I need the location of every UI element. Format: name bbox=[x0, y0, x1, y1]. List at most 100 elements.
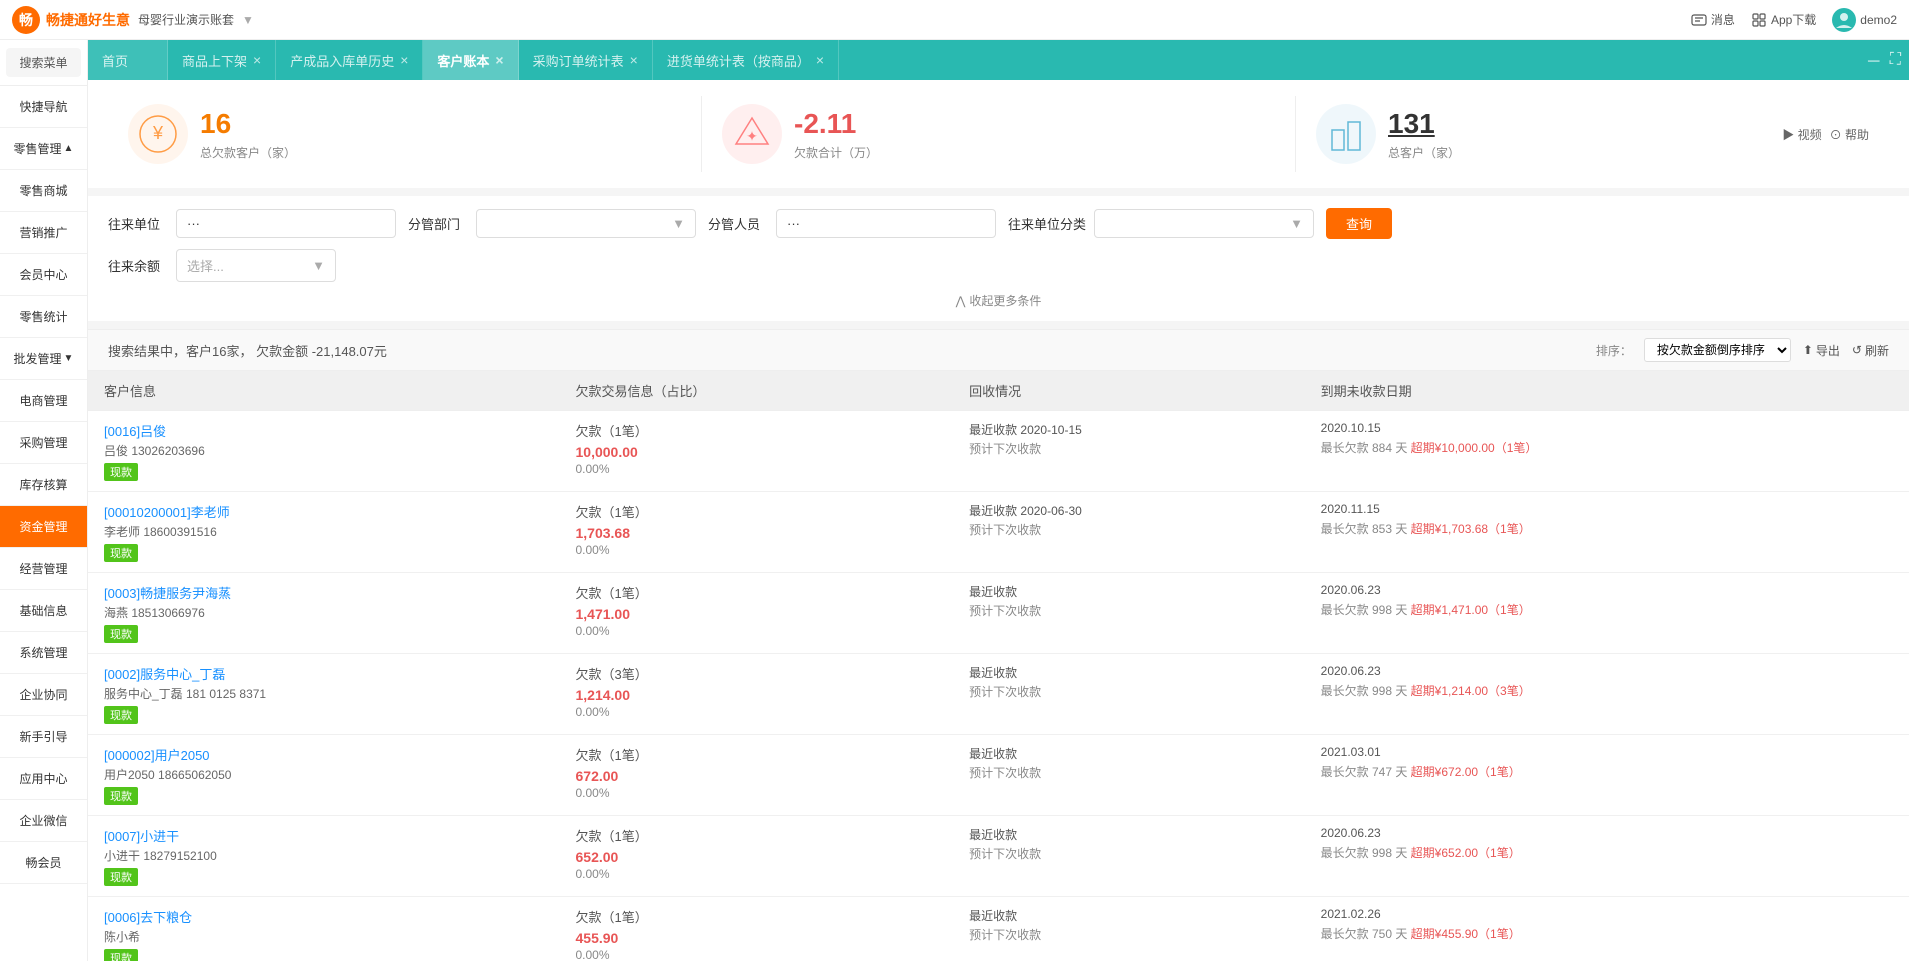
tab-close-btn[interactable]: × bbox=[495, 52, 503, 68]
app-download-btn[interactable]: App下载 bbox=[1751, 11, 1816, 28]
department-input[interactable]: ▼ bbox=[476, 209, 696, 238]
sidebar-item-vip-member[interactable]: 畅会员 bbox=[0, 842, 87, 884]
help-btn[interactable]: ⊙ 帮助 bbox=[1830, 126, 1869, 143]
refresh-btn[interactable]: ↺ 刷新 bbox=[1852, 342, 1889, 359]
customer-name-link[interactable]: [0002]服务中心_丁磊 bbox=[104, 664, 544, 683]
overdue-days: 最长欠款 998 天 超期¥1,214.00（3笔） bbox=[1321, 682, 1893, 699]
chevron-down-icon: ▼ bbox=[312, 258, 325, 273]
debt-percent: 0.00% bbox=[576, 786, 938, 800]
user-avatar[interactable]: demo2 bbox=[1832, 8, 1897, 32]
dots-placeholder: ··· bbox=[787, 216, 800, 231]
debt-amount[interactable]: 10,000.00 bbox=[576, 444, 938, 460]
sidebar-search-area: 搜索菜单 bbox=[0, 40, 87, 86]
query-button[interactable]: 查询 bbox=[1326, 208, 1392, 239]
debt-amount[interactable]: 455.90 bbox=[576, 930, 938, 946]
tab-product-shelf[interactable]: 商品上下架 × bbox=[168, 40, 276, 80]
overdue-date-cell: 2020.06.23 最长欠款 998 天 超期¥1,471.00（1笔） bbox=[1305, 573, 1909, 654]
sidebar-item-member-center[interactable]: 会员中心 bbox=[0, 254, 87, 296]
tab-customer-account[interactable]: 客户账本 × bbox=[423, 40, 518, 80]
debt-amount[interactable]: 672.00 bbox=[576, 768, 938, 784]
sidebar-item-ecommerce[interactable]: 电商管理 bbox=[0, 380, 87, 422]
sidebar-item-retail-stats[interactable]: 零售统计 bbox=[0, 296, 87, 338]
tab-close-btn[interactable]: × bbox=[630, 52, 638, 68]
filter-manager: 分管人员 ··· bbox=[708, 209, 996, 238]
overdue-due-date: 2020.06.23 bbox=[1321, 583, 1893, 597]
customer-tag: 现款 bbox=[104, 949, 138, 961]
tab-home[interactable]: 首页 bbox=[88, 40, 168, 80]
customer-name-link[interactable]: [000002]用户2050 bbox=[104, 745, 544, 764]
tabs-bar: 首页 商品上下架 × 产成品入库单历史 × 客户账本 × 采购订单统计表 × bbox=[88, 40, 1909, 80]
overdue-due-date: 2020.10.15 bbox=[1321, 421, 1893, 435]
tab-close-btn[interactable]: × bbox=[253, 52, 261, 68]
stats-bar: ¥ 16 总欠款客户（家） ✦ -2.11 欠款合计（万） bbox=[88, 80, 1909, 188]
sidebar-item-system-mgmt[interactable]: 系统管理 bbox=[0, 632, 87, 674]
customer-name-link[interactable]: [0016]吕俊 bbox=[104, 421, 544, 440]
col-overdue-date: 到期未收款日期 bbox=[1305, 371, 1909, 411]
sidebar-item-quick-nav[interactable]: 快捷导航 bbox=[0, 86, 87, 128]
brand-arrow[interactable]: ▼ bbox=[242, 13, 254, 27]
customer-name-link[interactable]: [00010200001]李老师 bbox=[104, 502, 544, 521]
debt-amount[interactable]: 1,214.00 bbox=[576, 687, 938, 703]
help-icon: ⊙ bbox=[1830, 128, 1842, 142]
tab-close-btn[interactable]: × bbox=[816, 52, 824, 68]
tab-minimize-btn[interactable]: － bbox=[1866, 48, 1882, 72]
overdue-amount-link[interactable]: 超期¥652.00（1笔） bbox=[1411, 846, 1521, 860]
overdue-amount-link[interactable]: 超期¥672.00（1笔） bbox=[1411, 765, 1521, 779]
tab-purchase-order[interactable]: 采购订单统计表 × bbox=[519, 40, 653, 80]
overdue-amount-link[interactable]: 超期¥1,471.00（1笔） bbox=[1411, 603, 1531, 617]
app-container: 畅 畅捷通好生意 母婴行业演示账套 ▼ 消息 App下载 demo2 bbox=[0, 0, 1909, 961]
stat-card-total-customers: 131 总客户（家） ▶ 视频 ⊙ 帮助 bbox=[1296, 96, 1889, 172]
filter-category: 往来单位分类 ▼ bbox=[1008, 209, 1314, 238]
sidebar-item-capital-mgmt[interactable]: 资金管理 bbox=[0, 506, 87, 548]
manager-input[interactable]: ··· bbox=[776, 209, 996, 238]
total-customers-icon bbox=[1316, 104, 1376, 164]
overdue-due-date: 2020.11.15 bbox=[1321, 502, 1893, 516]
sidebar-item-enterprise[interactable]: 企业协同 bbox=[0, 674, 87, 716]
customer-unit-input[interactable]: ··· bbox=[176, 209, 396, 238]
debt-customers-icon: ¥ bbox=[128, 104, 188, 164]
tab-maximize-btn[interactable]: ⛶ bbox=[1890, 51, 1901, 69]
sort-select[interactable]: 按欠款金额倒序排序 bbox=[1644, 338, 1791, 362]
sort-label: 排序： bbox=[1596, 342, 1632, 359]
collection-recent: 最近收款 bbox=[969, 907, 1289, 924]
sidebar-item-enterprise-wx[interactable]: 企业微信 bbox=[0, 800, 87, 842]
table-row: [0003]畅捷服务尹海蒸 海燕 18513066976 现款 欠款（1笔） 1… bbox=[88, 573, 1909, 654]
filter-row-2: 往来余额 选择... ▼ bbox=[108, 249, 1889, 282]
customer-name-link[interactable]: [0003]畅捷服务尹海蒸 bbox=[104, 583, 544, 602]
debt-count: 欠款（1笔） bbox=[576, 502, 938, 521]
play-icon: ▶ bbox=[1782, 128, 1794, 142]
debt-info-cell: 欠款（1笔） 672.00 0.00% bbox=[560, 735, 954, 816]
debt-amount[interactable]: 652.00 bbox=[576, 849, 938, 865]
overdue-amount-link[interactable]: 超期¥1,703.68（1笔） bbox=[1411, 522, 1531, 536]
overdue-amount-link[interactable]: 超期¥455.90（1笔） bbox=[1411, 927, 1521, 941]
sidebar-item-retail-mall[interactable]: 零售商城 bbox=[0, 170, 87, 212]
debt-amount[interactable]: 1,703.68 bbox=[576, 525, 938, 541]
tab-close-btn[interactable]: × bbox=[400, 52, 408, 68]
sidebar-item-purchase-mgmt[interactable]: 采购管理 bbox=[0, 422, 87, 464]
export-btn[interactable]: ⬆ 导出 bbox=[1803, 342, 1840, 359]
overdue-date-cell: 2020.06.23 最长欠款 998 天 超期¥1,214.00（3笔） bbox=[1305, 654, 1909, 735]
overdue-amount-link[interactable]: 超期¥1,214.00（3笔） bbox=[1411, 684, 1531, 698]
message-btn[interactable]: 消息 bbox=[1691, 11, 1735, 28]
filter-category-label: 往来单位分类 bbox=[1008, 214, 1086, 233]
customer-name-link[interactable]: [0006]去下粮仓 bbox=[104, 907, 544, 926]
collapse-filter-btn[interactable]: ⋀ 收起更多条件 bbox=[108, 292, 1889, 309]
sidebar-item-retail-mgmt[interactable]: 零售管理 ▲ bbox=[0, 128, 87, 170]
tab-produce-history[interactable]: 产成品入库单历史 × bbox=[276, 40, 423, 80]
sidebar-item-basic-info[interactable]: 基础信息 bbox=[0, 590, 87, 632]
customer-name-link[interactable]: [0007]小进干 bbox=[104, 826, 544, 845]
search-menu-btn[interactable]: 搜索菜单 bbox=[6, 48, 81, 77]
category-input[interactable]: ▼ bbox=[1094, 209, 1314, 238]
tab-import-stats[interactable]: 进货单统计表（按商品） × bbox=[653, 40, 839, 80]
view-video-btn[interactable]: ▶ 视频 bbox=[1782, 126, 1821, 143]
overdue-amount-link[interactable]: 超期¥10,000.00（1笔） bbox=[1411, 441, 1538, 455]
sidebar-item-new-guide[interactable]: 新手引导 bbox=[0, 716, 87, 758]
sidebar-item-marketing[interactable]: 营销推广 bbox=[0, 212, 87, 254]
sidebar-item-operations[interactable]: 经营管理 bbox=[0, 548, 87, 590]
main-layout: 搜索菜单 快捷导航 零售管理 ▲ 零售商城 营销推广 会员中心 零售统计 批 bbox=[0, 40, 1909, 961]
debt-amount[interactable]: 1,471.00 bbox=[576, 606, 938, 622]
sidebar-item-inventory[interactable]: 库存核算 bbox=[0, 464, 87, 506]
sidebar-item-app-center[interactable]: 应用中心 bbox=[0, 758, 87, 800]
balance-input[interactable]: 选择... ▼ bbox=[176, 249, 336, 282]
sidebar-item-batch-mgmt[interactable]: 批发管理 ▼ bbox=[0, 338, 87, 380]
